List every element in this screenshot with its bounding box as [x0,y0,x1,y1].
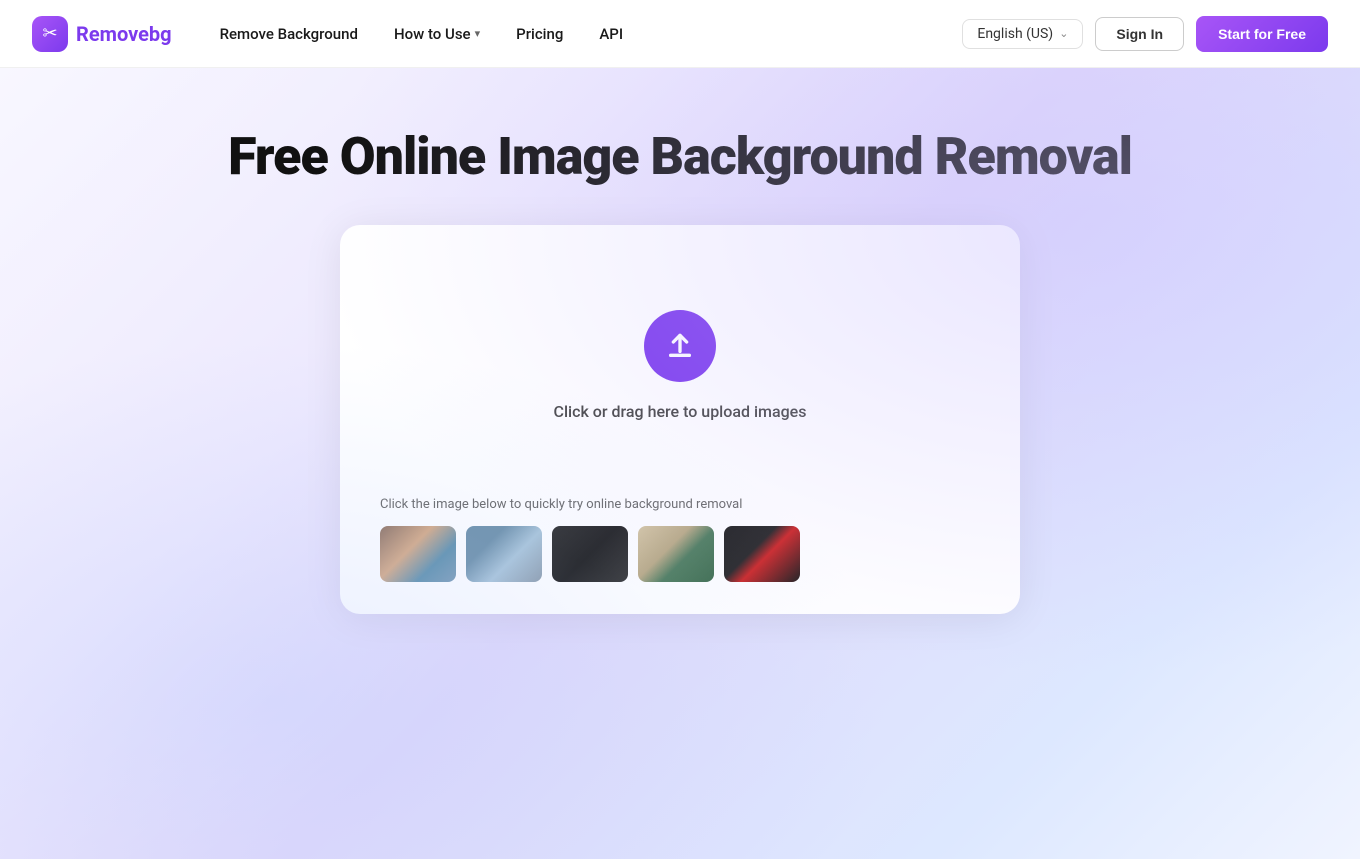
upload-card: Click or drag here to upload images Clic… [340,225,1020,614]
logo-icon: ✂ [32,16,68,52]
hero-title: Free Online Image Background Removal [228,128,1132,185]
language-selector[interactable]: English (US) ⌄ [962,19,1083,49]
sample-label: Click the image below to quickly try onl… [380,497,980,512]
logo-link[interactable]: ✂ Removebg [32,16,172,52]
how-to-use-chevron-icon: ▾ [475,27,481,40]
language-label: English (US) [977,26,1053,42]
sign-in-button[interactable]: Sign In [1095,17,1184,51]
upload-icon-circle [644,310,716,382]
nav-api[interactable]: API [583,17,639,51]
sample-image-2[interactable] [466,526,542,582]
language-chevron-icon: ⌄ [1059,27,1068,40]
nav-how-to-use[interactable]: How to Use ▾ [378,17,496,51]
sample-section: Click the image below to quickly try onl… [380,497,980,582]
brand-name: Removebg [76,22,172,46]
nav-remove-background[interactable]: Remove Background [204,17,374,51]
navbar: ✂ Removebg Remove Background How to Use … [0,0,1360,68]
sample-image-3[interactable] [552,526,628,582]
sample-image-5[interactable] [724,526,800,582]
nav-links: Remove Background How to Use ▾ Pricing A… [204,17,963,51]
upload-arrow-icon [664,330,696,362]
logo-symbol: ✂ [42,23,57,44]
start-for-free-button[interactable]: Start for Free [1196,16,1328,52]
sample-image-1[interactable] [380,526,456,582]
hero-section: Free Online Image Background Removal Cli… [0,68,1360,859]
upload-instruction: Click or drag here to upload images [554,402,807,421]
nav-right: English (US) ⌄ Sign In Start for Free [962,16,1328,52]
upload-area[interactable]: Click or drag here to upload images [380,265,980,465]
nav-pricing[interactable]: Pricing [500,17,579,51]
sample-images [380,526,980,582]
sample-image-4[interactable] [638,526,714,582]
